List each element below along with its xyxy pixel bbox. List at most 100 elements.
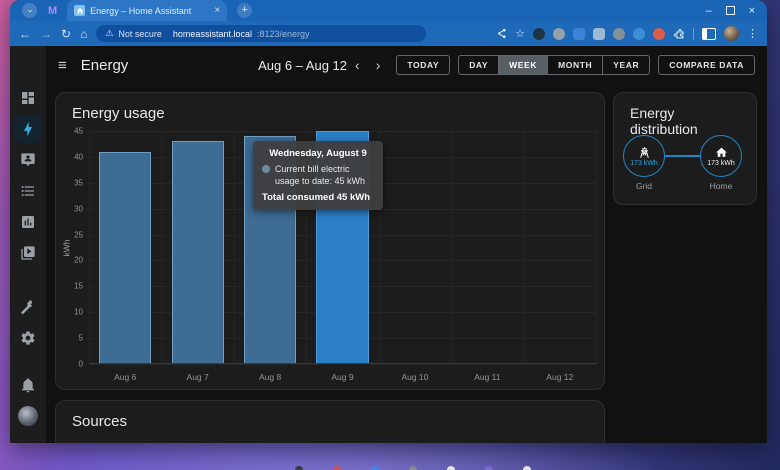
tooltip-title: Wednesday, August 9 bbox=[269, 148, 367, 159]
x-tick-label: Aug 6 bbox=[114, 372, 137, 382]
home-icon bbox=[715, 147, 727, 157]
gridline bbox=[89, 364, 596, 365]
lightning-bolt-icon bbox=[24, 121, 32, 137]
period-tab-day[interactable]: DAY bbox=[459, 56, 500, 74]
gridline bbox=[523, 131, 525, 364]
os-shelf[interactable] bbox=[295, 466, 531, 470]
m-logo-icon[interactable]: M bbox=[48, 5, 57, 17]
media-browser-icon bbox=[21, 246, 35, 260]
sidebar bbox=[10, 46, 46, 443]
period-segmented-control: DAY WEEK MONTH YEAR bbox=[458, 55, 651, 75]
x-tick-label: Aug 11 bbox=[474, 372, 501, 382]
sidebar-item-overview[interactable] bbox=[14, 84, 42, 112]
tab-search-button[interactable] bbox=[22, 3, 37, 18]
compare-data-button[interactable]: COMPARE DATA bbox=[658, 55, 755, 75]
url-path: :8123/energy bbox=[256, 28, 310, 39]
x-axis-line bbox=[89, 363, 596, 364]
shelf-app-icon-4[interactable] bbox=[447, 466, 455, 470]
sidebar-item-map[interactable] bbox=[14, 146, 42, 174]
window-close-button[interactable]: × bbox=[749, 5, 755, 17]
grid-node[interactable]: 173 kWh bbox=[623, 135, 665, 177]
period-tab-week[interactable]: WEEK bbox=[499, 56, 549, 74]
sidebar-item-media[interactable] bbox=[14, 239, 42, 267]
sidebar-item-logbook[interactable] bbox=[14, 177, 42, 205]
period-tab-year[interactable]: YEAR bbox=[603, 56, 649, 74]
browser-profile-avatar[interactable] bbox=[724, 26, 739, 41]
extension-m-icon[interactable] bbox=[593, 27, 605, 40]
reload-icon[interactable]: ↻ bbox=[61, 28, 71, 40]
map-person-icon bbox=[21, 153, 35, 166]
tab-close-icon[interactable]: × bbox=[214, 5, 220, 16]
share-icon[interactable] bbox=[496, 28, 507, 39]
browser-window: M Energy – Home Assistant × + – × ← → ↻ … bbox=[10, 0, 767, 443]
bar-aug-7[interactable] bbox=[171, 141, 224, 364]
sidebar-item-settings[interactable] bbox=[14, 324, 42, 352]
not-secure-label: Not secure bbox=[118, 28, 162, 39]
y-tick-label: 15 bbox=[74, 281, 83, 291]
extension-dark-icon[interactable] bbox=[533, 27, 545, 40]
extension-circle-arrow-icon[interactable] bbox=[613, 27, 625, 40]
shelf-app-icon-3[interactable] bbox=[409, 466, 417, 470]
energy-usage-title: Energy usage bbox=[72, 105, 165, 122]
next-period-button[interactable]: › bbox=[368, 57, 389, 73]
home-node[interactable]: 173 kWh bbox=[700, 135, 742, 177]
gridline bbox=[233, 131, 235, 364]
home-value: 173 kWh bbox=[707, 159, 735, 167]
tooltip-series-line: Current bill electric usage to date: 45 … bbox=[275, 164, 366, 186]
address-bar[interactable]: ⚠ Not secure homeassistant.local:8123/en… bbox=[96, 25, 427, 42]
sidebar-item-history[interactable] bbox=[14, 208, 42, 236]
x-tick-label: Aug 7 bbox=[186, 372, 209, 382]
y-tick-label: 5 bbox=[78, 333, 83, 343]
gridline bbox=[161, 131, 163, 364]
sidebar-item-notifications[interactable] bbox=[14, 371, 42, 399]
list-icon bbox=[21, 186, 34, 196]
side-panel-icon[interactable] bbox=[702, 27, 716, 40]
browser-tab[interactable]: Energy – Home Assistant × bbox=[67, 0, 228, 21]
x-tick-label: Aug 9 bbox=[331, 372, 354, 382]
shelf-app-icon-5[interactable] bbox=[485, 466, 493, 470]
bell-icon bbox=[22, 378, 34, 393]
chevron-down-icon bbox=[27, 9, 32, 12]
extension-red-icon[interactable] bbox=[653, 27, 665, 40]
bookmark-star-icon[interactable]: ☆ bbox=[515, 27, 525, 40]
grid-label: Grid bbox=[635, 181, 653, 191]
y-tick-label: 25 bbox=[74, 230, 83, 240]
today-button[interactable]: TODAY bbox=[396, 55, 451, 75]
shelf-app-icon-0[interactable] bbox=[295, 466, 303, 470]
forward-icon[interactable]: → bbox=[40, 28, 52, 40]
chart-box-icon bbox=[22, 216, 34, 228]
window-maximize-button[interactable] bbox=[725, 6, 735, 15]
browser-toolbar: ← → ↻ ⌂ ⚠ Not secure homeassistant.local… bbox=[10, 21, 767, 46]
extension-blue-square-icon[interactable] bbox=[573, 27, 585, 40]
home-assistant-page: ≡ Energy Aug 6 – Aug 12 ‹ › TODAY DAY WEE… bbox=[10, 46, 767, 443]
extension-clock-icon[interactable] bbox=[633, 27, 645, 40]
shelf-app-icon-2[interactable] bbox=[371, 466, 379, 470]
shelf-app-icon-6[interactable] bbox=[523, 466, 531, 470]
menu-kebab-icon[interactable]: ⋮ bbox=[747, 27, 758, 40]
sidebar-item-energy[interactable] bbox=[14, 115, 42, 143]
gridline bbox=[451, 131, 453, 364]
shelf-app-icon-1[interactable] bbox=[333, 466, 341, 470]
sidebar-item-developer-tools[interactable] bbox=[14, 293, 42, 321]
bar-aug-6[interactable] bbox=[99, 151, 152, 364]
home-icon[interactable]: ⌂ bbox=[80, 28, 87, 40]
new-tab-button[interactable]: + bbox=[237, 3, 253, 18]
back-icon[interactable]: ← bbox=[19, 28, 31, 40]
period-tab-month[interactable]: MONTH bbox=[548, 56, 604, 74]
window-minimize-button[interactable]: – bbox=[705, 5, 711, 17]
toolbar-separator bbox=[693, 27, 694, 40]
gridline bbox=[89, 131, 90, 364]
gridline bbox=[596, 131, 597, 364]
grid-value: 173 kWh bbox=[630, 159, 658, 167]
tab-strip: M Energy – Home Assistant × + – × bbox=[10, 0, 767, 21]
extensions-puzzle-icon[interactable] bbox=[673, 28, 685, 40]
hamburger-menu-icon[interactable]: ≡ bbox=[58, 57, 67, 74]
home-assistant-favicon bbox=[74, 5, 86, 16]
url-host: homeassistant.local bbox=[172, 28, 252, 39]
sidebar-item-profile[interactable] bbox=[14, 402, 42, 430]
extension-gray-icon[interactable] bbox=[553, 27, 565, 40]
prev-period-button[interactable]: ‹ bbox=[347, 57, 368, 73]
energy-distribution-card: Energy distribution 173 kWh 173 kWh Grid bbox=[613, 92, 757, 205]
date-range-label[interactable]: Aug 6 – Aug 12 bbox=[258, 58, 347, 73]
hammer-icon bbox=[21, 300, 33, 315]
